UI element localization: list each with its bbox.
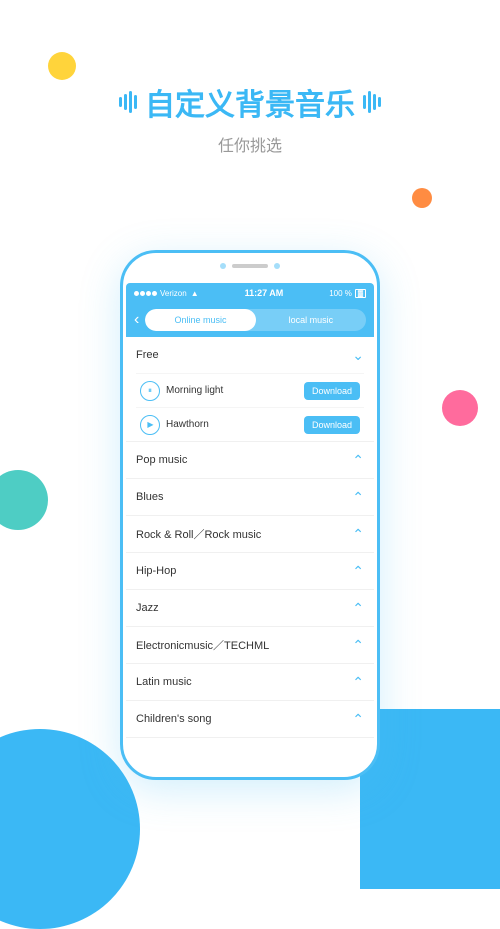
deco-pink-circle bbox=[442, 390, 478, 426]
header-section: 自定义背景音乐 任你挑选 bbox=[0, 80, 500, 156]
battery-label: 100 % bbox=[329, 289, 352, 298]
chevron-icon-latin: ⌃ bbox=[352, 674, 364, 691]
category-pop: Pop music ⌃ bbox=[126, 442, 374, 479]
category-header-pop[interactable]: Pop music ⌃ bbox=[136, 442, 364, 478]
title-text: 自定义背景音乐 bbox=[145, 80, 355, 124]
phone-dot-2 bbox=[274, 263, 280, 269]
category-name-blues: Blues bbox=[136, 491, 164, 503]
deco-blue-rect bbox=[360, 709, 500, 889]
status-bar: Verizon ▲ 11:27 AM 100 % ▓ bbox=[126, 283, 374, 303]
song-row-hawthorn: ▶ HawthornDownload bbox=[136, 407, 364, 441]
tab-online-music[interactable]: Online music bbox=[145, 309, 255, 331]
song-name-morning-light: Morning light bbox=[166, 385, 304, 396]
category-header-free[interactable]: Free ⌄ bbox=[136, 337, 364, 373]
status-time: 11:27 AM bbox=[245, 288, 284, 298]
chevron-icon-rock: ⌃ bbox=[352, 526, 364, 543]
category-name-children: Children's song bbox=[136, 713, 211, 725]
battery-icon: ▓ bbox=[355, 289, 366, 298]
wifi-icon: ▲ bbox=[191, 289, 199, 298]
category-blues: Blues ⌃ bbox=[126, 479, 374, 516]
tab-local-music[interactable]: local music bbox=[256, 309, 366, 331]
category-jazz: Jazz ⌃ bbox=[126, 590, 374, 627]
phone-dot-1 bbox=[220, 263, 226, 269]
category-children: Children's song ⌃ bbox=[126, 701, 374, 738]
category-name-rock: Rock & Roll／Rock music bbox=[136, 526, 261, 542]
download-button-hawthorn[interactable]: Download bbox=[304, 416, 360, 434]
wave-right-icon bbox=[363, 91, 381, 113]
status-right: 100 % ▓ bbox=[329, 289, 366, 298]
play-button-hawthorn[interactable]: ▶ bbox=[140, 415, 160, 435]
category-name-pop: Pop music bbox=[136, 454, 187, 466]
phone-speaker bbox=[232, 264, 268, 268]
deco-yellow-circle bbox=[48, 52, 76, 80]
category-header-hiphop[interactable]: Hip-Hop ⌃ bbox=[136, 553, 364, 589]
wave-left-icon bbox=[119, 91, 137, 113]
category-name-jazz: Jazz bbox=[136, 602, 159, 614]
category-header-blues[interactable]: Blues ⌃ bbox=[136, 479, 364, 515]
chevron-icon-blues: ⌃ bbox=[352, 489, 364, 506]
category-header-latin[interactable]: Latin music ⌃ bbox=[136, 664, 364, 700]
carrier-label: Verizon bbox=[160, 289, 187, 298]
category-header-jazz[interactable]: Jazz ⌃ bbox=[136, 590, 364, 626]
song-row-morning-light: ⏸ Morning lightDownload bbox=[136, 373, 364, 407]
pause-button-morning-light[interactable]: ⏸ bbox=[140, 381, 160, 401]
category-header-children[interactable]: Children's song ⌃ bbox=[136, 701, 364, 737]
nav-bar: ‹ Online music local music bbox=[126, 303, 374, 337]
deco-teal-circle bbox=[0, 470, 48, 530]
header-title: 自定义背景音乐 bbox=[0, 80, 500, 124]
deco-blue-large-circle bbox=[0, 729, 140, 929]
chevron-icon-electronic: ⌃ bbox=[352, 637, 364, 654]
signal-dots bbox=[134, 288, 158, 298]
category-name-hiphop: Hip-Hop bbox=[136, 565, 176, 577]
deco-orange-circle bbox=[412, 188, 432, 208]
music-list: Free⌄⏸Morning lightDownload▶HawthornDown… bbox=[126, 337, 374, 747]
phone-top-bar bbox=[220, 263, 280, 269]
category-name-free: Free bbox=[136, 349, 159, 361]
chevron-icon-children: ⌃ bbox=[352, 711, 364, 728]
song-name-hawthorn: Hawthorn bbox=[166, 419, 304, 430]
header-subtitle: 任你挑选 bbox=[0, 132, 500, 156]
phone-mockup: Verizon ▲ 11:27 AM 100 % ▓ ‹ Online musi… bbox=[120, 250, 380, 780]
chevron-icon-pop: ⌃ bbox=[352, 452, 364, 469]
category-hiphop: Hip-Hop ⌃ bbox=[126, 553, 374, 590]
phone-screen: Verizon ▲ 11:27 AM 100 % ▓ ‹ Online musi… bbox=[126, 283, 374, 747]
category-header-electronic[interactable]: Electronicmusic／TECHML ⌃ bbox=[136, 627, 364, 663]
category-name-electronic: Electronicmusic／TECHML bbox=[136, 637, 269, 653]
nav-tabs: Online music local music bbox=[145, 309, 366, 331]
category-header-rock[interactable]: Rock & Roll／Rock music ⌃ bbox=[136, 516, 364, 552]
category-latin: Latin music ⌃ bbox=[126, 664, 374, 701]
chevron-icon-hiphop: ⌃ bbox=[352, 563, 364, 580]
back-button[interactable]: ‹ bbox=[134, 311, 139, 329]
category-rock: Rock & Roll／Rock music ⌃ bbox=[126, 516, 374, 553]
chevron-icon-free: ⌄ bbox=[352, 347, 364, 364]
status-left: Verizon ▲ bbox=[134, 288, 199, 298]
category-electronic: Electronicmusic／TECHML ⌃ bbox=[126, 627, 374, 664]
category-free: Free⌄⏸Morning lightDownload▶HawthornDown… bbox=[126, 337, 374, 442]
chevron-icon-jazz: ⌃ bbox=[352, 600, 364, 617]
category-name-latin: Latin music bbox=[136, 676, 192, 688]
download-button-morning-light[interactable]: Download bbox=[304, 382, 360, 400]
phone-frame: Verizon ▲ 11:27 AM 100 % ▓ ‹ Online musi… bbox=[120, 250, 380, 780]
